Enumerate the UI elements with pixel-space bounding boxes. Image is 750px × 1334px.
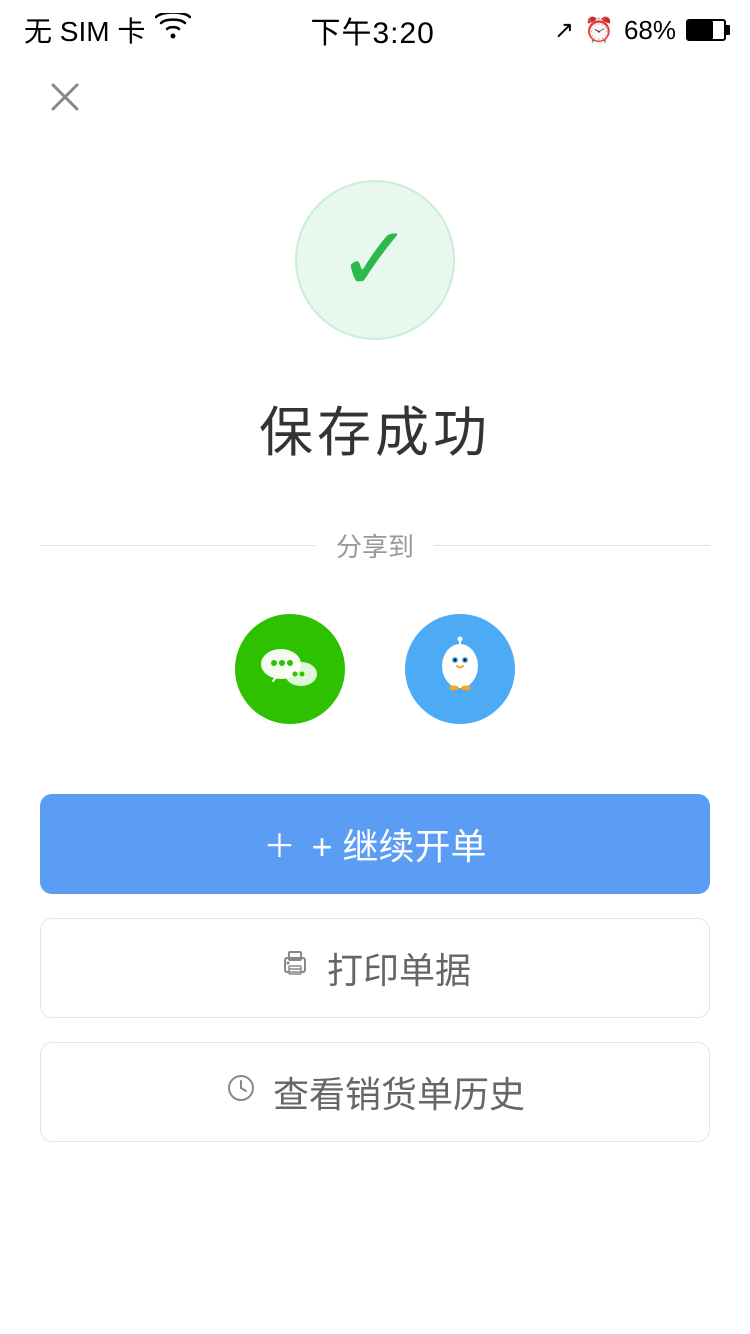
checkmark-icon: ✓ <box>337 215 412 305</box>
share-divider-row: 分享到 <box>0 527 750 564</box>
success-icon-circle: ✓ <box>295 180 455 340</box>
share-label: 分享到 <box>336 527 414 564</box>
status-bar: 无 SIM 卡 下午3:20 ↗ ⏰ 68% <box>0 0 750 60</box>
status-right: ↗ ⏰ 68% <box>554 15 726 46</box>
share-section: 分享到 <box>0 527 750 724</box>
close-button[interactable] <box>40 72 90 122</box>
continue-button[interactable]: ＋ + 继续开单 <box>40 794 710 894</box>
battery-icon <box>686 19 726 41</box>
location-icon: ↗ <box>554 16 574 45</box>
qq-share-button[interactable] <box>405 614 515 724</box>
alarm-icon: ⏰ <box>584 16 614 45</box>
battery-label: 68% <box>624 15 676 46</box>
status-left: 无 SIM 卡 <box>24 10 191 50</box>
success-title: 保存成功 <box>259 388 491 467</box>
wechat-share-button[interactable] <box>235 614 345 724</box>
plus-icon: ＋ <box>263 821 295 867</box>
history-icon <box>225 1072 257 1112</box>
print-label: 打印单据 <box>327 942 471 994</box>
action-buttons: ＋ + 继续开单 打印单据 <box>0 794 750 1142</box>
share-icons-row <box>235 614 515 724</box>
print-button[interactable]: 打印单据 <box>40 918 710 1018</box>
divider-right <box>434 545 710 546</box>
print-icon <box>279 948 311 988</box>
sim-label: 无 SIM 卡 <box>24 10 145 50</box>
history-button[interactable]: 查看销货单历史 <box>40 1042 710 1142</box>
history-label: 查看销货单历史 <box>273 1066 525 1118</box>
divider-left <box>40 545 316 546</box>
status-time: 下午3:20 <box>310 8 434 52</box>
main-content: ✓ 保存成功 分享到 <box>0 60 750 1142</box>
continue-label: + 继续开单 <box>311 818 486 870</box>
wifi-icon <box>155 13 191 48</box>
